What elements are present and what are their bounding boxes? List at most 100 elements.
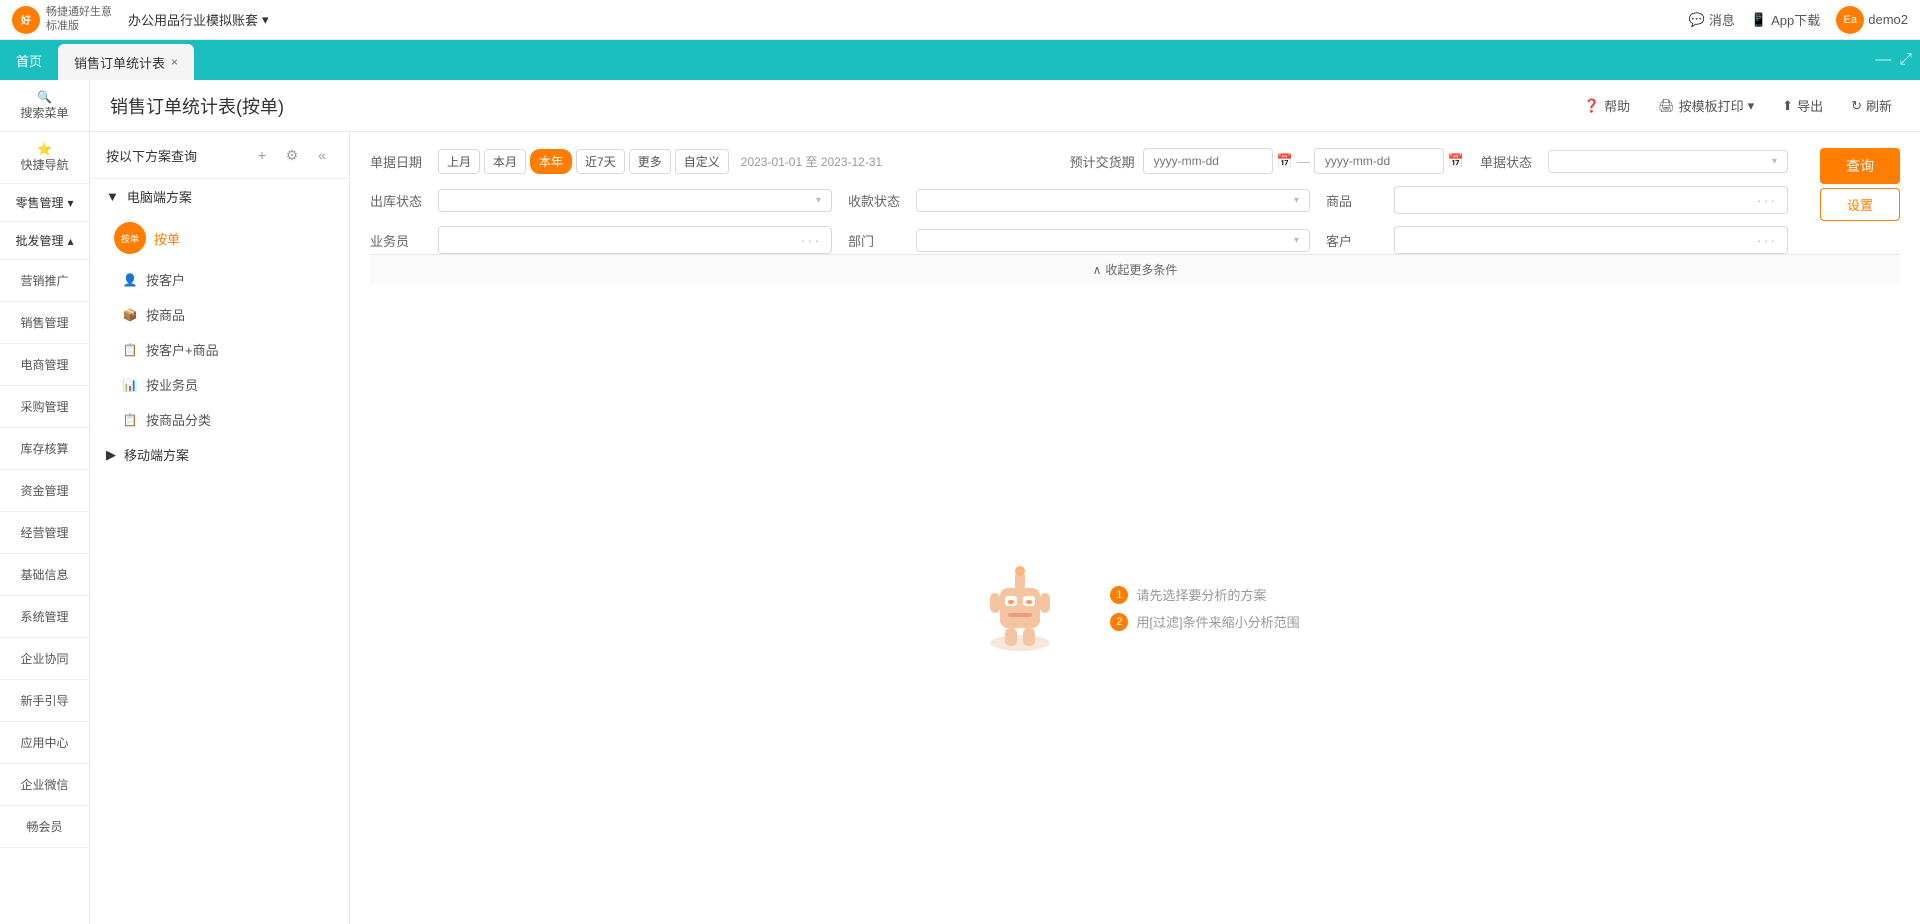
sidebar-item-marketing[interactable]: 营销推广 (0, 260, 89, 302)
customer-input[interactable]: ··· (1394, 226, 1788, 254)
customer-label: 客户 (1326, 231, 1386, 250)
shipment-select[interactable]: ▾ (438, 189, 832, 212)
desktop-scheme-group[interactable]: ▼ 电脑端方案 (90, 179, 349, 214)
salesman-scheme-icon: 📊 (122, 377, 138, 393)
sidebar-item-ecommerce[interactable]: 电商管理 (0, 344, 89, 386)
scheme-item-salesman[interactable]: 📊 按业务员 (90, 367, 349, 402)
status-select[interactable]: ▾ (1548, 150, 1788, 173)
tab-bar: 首页 销售订单统计表 × — ⤢ (0, 40, 1920, 80)
goods-input[interactable]: ··· (1394, 186, 1788, 214)
date-btn-this-year[interactable]: 本年 (530, 149, 572, 174)
sidebar-item-retail[interactable]: 零售管理 ▾ (0, 184, 89, 222)
tab-minimize-button[interactable]: — (1875, 51, 1891, 69)
home-tab[interactable]: 首页 (0, 40, 58, 80)
message-icon: 💬 (1689, 12, 1705, 28)
sidebar-item-basic-info[interactable]: 基础信息 (0, 554, 89, 596)
panel-collapse-button[interactable]: « (311, 144, 333, 166)
message-button[interactable]: 💬 消息 (1689, 10, 1735, 29)
empty-state: 1 请先选择要分析的方案 2 用[过滤]条件来缩小分析范围 (350, 292, 1920, 924)
active-scheme-item[interactable]: 按单 按单 (90, 214, 349, 262)
step-2-number: 2 (1110, 613, 1128, 631)
sidebar-item-inventory[interactable]: 库存核算 (0, 428, 89, 470)
mobile-scheme-group[interactable]: ▶ 移动端方案 (90, 437, 349, 472)
refresh-button[interactable]: ↻ 刷新 (1843, 92, 1900, 119)
dropdown-icon: ▾ (262, 12, 269, 28)
empty-steps: 1 请先选择要分析的方案 2 用[过滤]条件来缩小分析范围 (1110, 585, 1299, 631)
date-btn-this-month[interactable]: 本月 (484, 149, 526, 174)
left-panel: 按以下方案查询 + ⚙ « ▼ 电脑端方案 按单 按单 👤 (90, 132, 350, 924)
logo-area: 好 畅捷通好生意 标准版 (12, 6, 112, 34)
calendar-icon-2: 📅 (1448, 153, 1464, 169)
settings-button[interactable]: 设置 (1820, 188, 1900, 221)
sidebar-item-operations[interactable]: 经营管理 (0, 512, 89, 554)
print-button[interactable]: 🖨 按模板打印 ▾ (1650, 92, 1762, 119)
expected-date-to[interactable] (1314, 148, 1444, 174)
goods-scheme-icon: 📦 (122, 307, 138, 323)
query-button[interactable]: 查询 (1820, 148, 1900, 184)
sidebar-search[interactable]: 🔍 搜索菜单 (0, 80, 89, 132)
status-label: 单据状态 (1480, 152, 1540, 171)
add-scheme-button[interactable]: + (251, 144, 273, 166)
date-btn-custom[interactable]: 自定义 (675, 149, 729, 174)
expected-date-label: 预计交货期 (1070, 152, 1135, 171)
export-button[interactable]: ⬆ 导出 (1774, 92, 1831, 119)
dept-dropdown-icon: ▾ (1294, 235, 1299, 246)
date-btn-last-month[interactable]: 上月 (438, 149, 480, 174)
page-title: 销售订单统计表(按单) (110, 93, 284, 119)
print-icon: 🖨 (1658, 98, 1675, 114)
sidebar: 🔍 搜索菜单 ⭐ 快捷导航 零售管理 ▾ 批发管理 ▴ 营销推广 销售管理 电商… (0, 80, 90, 924)
sidebar-item-wholesale[interactable]: 批发管理 ▴ (0, 222, 89, 260)
app-download-button[interactable]: 📱 App下载 (1751, 10, 1820, 29)
group-arrow-icon: ▼ (106, 189, 119, 204)
scheme-item-customer-goods[interactable]: 📋 按客户+商品 (90, 332, 349, 367)
page-header: 销售订单统计表(按单) ❓ 帮助 🖨 按模板打印 ▾ ⬆ 导出 ↻ 刷新 (90, 80, 1920, 132)
tab-maximize-button[interactable]: ⤢ (1899, 51, 1912, 69)
print-dropdown-icon: ▾ (1748, 98, 1755, 114)
salesman-dots: ··· (801, 232, 821, 248)
collapse-button[interactable]: ∧ 收起更多条件 (370, 254, 1900, 284)
status-dropdown-icon: ▾ (1772, 156, 1777, 167)
sidebar-item-wechat[interactable]: 企业微信 (0, 764, 89, 806)
expected-date-from[interactable] (1143, 148, 1273, 174)
dept-select[interactable]: ▾ (916, 229, 1310, 252)
sidebar-item-newbie[interactable]: 新手引导 (0, 680, 89, 722)
sidebar-item-member[interactable]: 畅会员 (0, 806, 89, 848)
tab-close-icon[interactable]: × (171, 55, 178, 69)
download-icon: 📱 (1751, 12, 1767, 28)
sidebar-item-purchase[interactable]: 采购管理 (0, 386, 89, 428)
scheme-settings-button[interactable]: ⚙ (281, 144, 303, 166)
goods-dots: ··· (1757, 192, 1777, 208)
date-btn-7days[interactable]: 近7天 (576, 149, 625, 174)
scheme-item-goods[interactable]: 📦 按商品 (90, 297, 349, 332)
tab-bar-actions: — ⤢ (1875, 51, 1912, 69)
scheme-item-goods-category[interactable]: 📋 按商品分类 (90, 402, 349, 437)
help-button[interactable]: ❓ 帮助 (1576, 92, 1638, 119)
payment-select[interactable]: ▾ (916, 189, 1310, 212)
app-selector[interactable]: 办公用品行业模拟账套 ▾ (120, 6, 277, 33)
mobile-group-arrow-icon: ▶ (106, 447, 116, 463)
customer-dots: ··· (1757, 232, 1777, 248)
chevron-up-icon: ▴ (67, 234, 73, 248)
user-menu[interactable]: Ea demo2 (1836, 6, 1908, 34)
export-icon: ⬆ (1782, 98, 1793, 114)
scheme-item-customer[interactable]: 👤 按客户 (90, 262, 349, 297)
date-btn-more[interactable]: 更多 (629, 149, 671, 174)
sidebar-item-finance[interactable]: 资金管理 (0, 470, 89, 512)
sidebar-shortcut[interactable]: ⭐ 快捷导航 (0, 132, 89, 184)
top-bar-right: 💬 消息 📱 App下载 Ea demo2 (1689, 6, 1908, 34)
main-layout: 🔍 搜索菜单 ⭐ 快捷导航 零售管理 ▾ 批发管理 ▴ 营销推广 销售管理 电商… (0, 80, 1920, 924)
right-content: 单据日期 上月 本月 本年 近7天 更多 自定义 (350, 132, 1920, 924)
sales-order-tab[interactable]: 销售订单统计表 × (58, 44, 194, 80)
filter-area: 单据日期 上月 本月 本年 近7天 更多 自定义 (350, 132, 1920, 292)
date-separator: — (1297, 154, 1310, 169)
goods-label: 商品 (1326, 191, 1386, 210)
top-bar: 好 畅捷通好生意 标准版 办公用品行业模拟账套 ▾ 💬 消息 📱 App下载 E… (0, 0, 1920, 40)
step-1-number: 1 (1110, 586, 1128, 604)
sidebar-item-system[interactable]: 系统管理 (0, 596, 89, 638)
sidebar-item-sales[interactable]: 销售管理 (0, 302, 89, 344)
sidebar-item-appstore[interactable]: 应用中心 (0, 722, 89, 764)
sidebar-item-enterprise[interactable]: 企业协同 (0, 638, 89, 680)
logo-text: 畅捷通好生意 标准版 (46, 6, 112, 32)
refresh-icon: ↻ (1851, 98, 1862, 114)
salesman-input[interactable]: ··· (438, 226, 832, 254)
